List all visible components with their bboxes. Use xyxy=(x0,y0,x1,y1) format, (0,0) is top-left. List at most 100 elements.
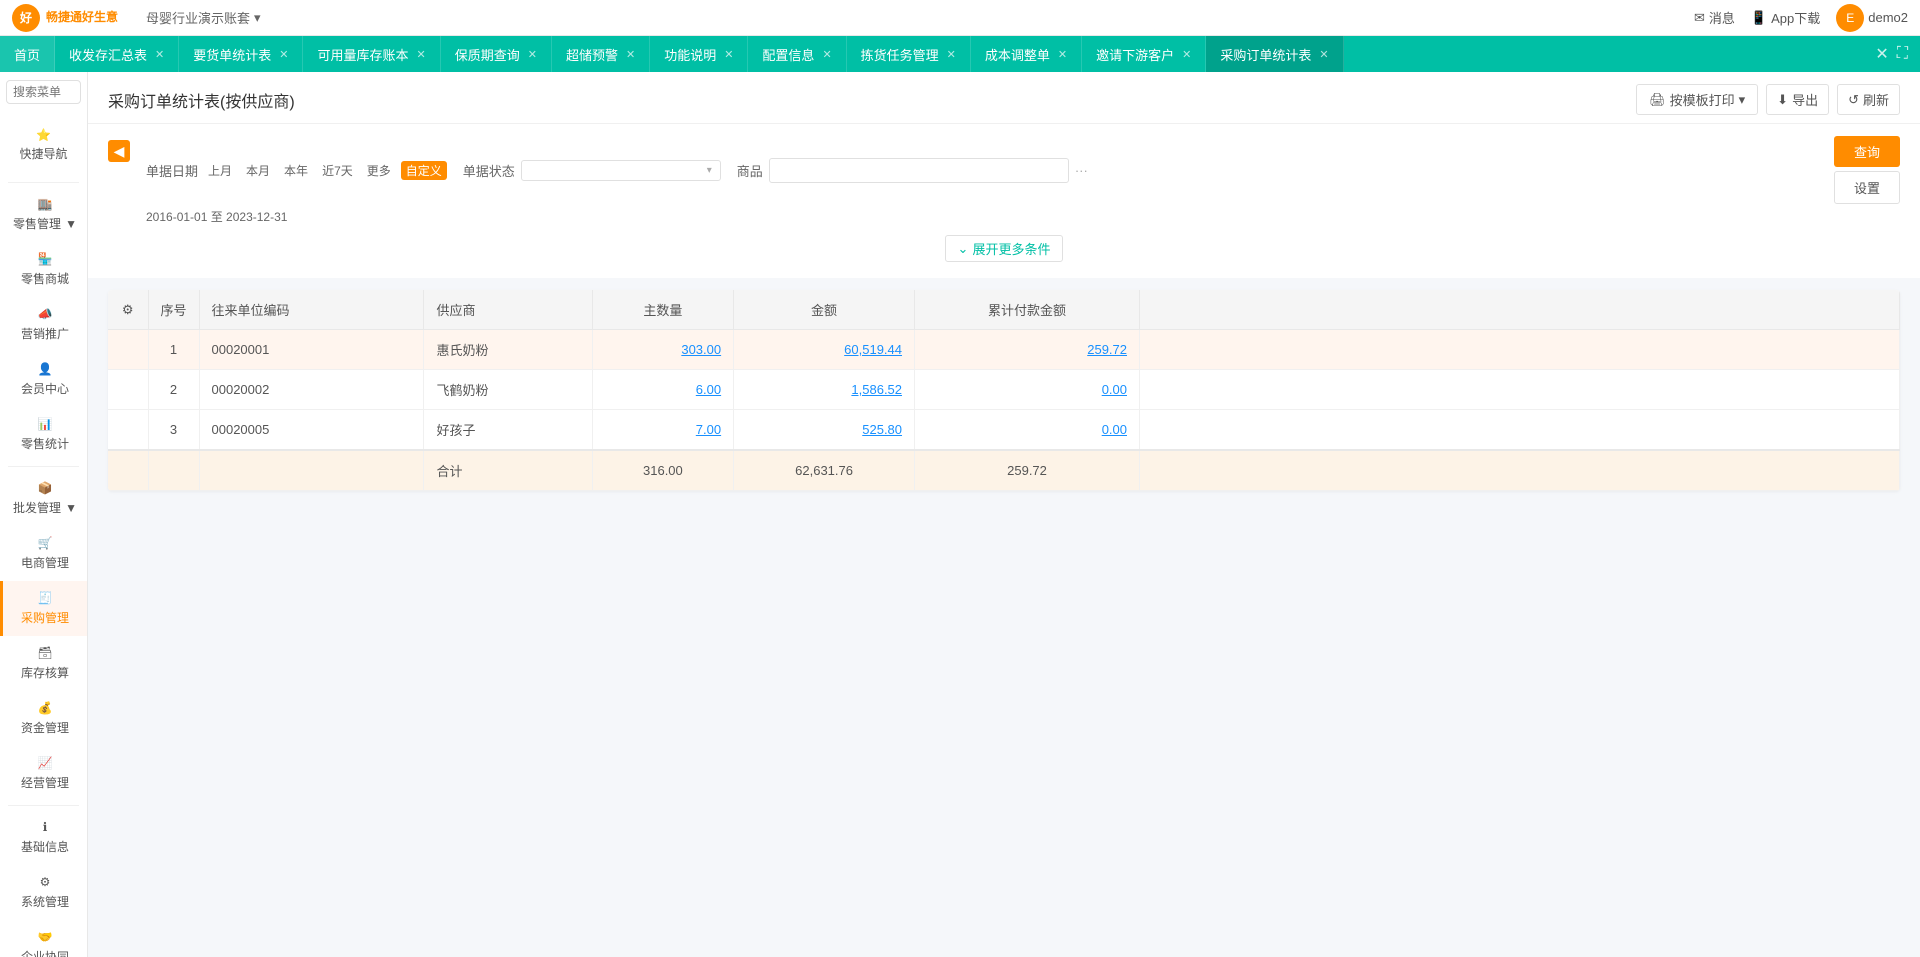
nav-expand-btn[interactable]: ⛶ xyxy=(1897,45,1908,63)
retail-shop-icon: 🏪 xyxy=(38,252,53,266)
nav-tabs: 首页 收发存汇总表 ✕ 要货单统计表 ✕ 可用量库存账本 ✕ 保质期查询 ✕ 超… xyxy=(0,36,1920,72)
close-icon[interactable]: ✕ xyxy=(279,48,288,61)
tab-overstock[interactable]: 超储预警 ✕ xyxy=(552,36,650,72)
sidebar-item-purchase[interactable]: 🧾 采购管理 xyxy=(0,581,87,636)
row-supplier-1: 惠氏奶粉 xyxy=(424,330,592,370)
close-icon[interactable]: ✕ xyxy=(528,48,537,61)
status-filter-label: 单据状态 xyxy=(463,161,515,180)
settings-icon[interactable]: ⚙ xyxy=(122,302,134,317)
tab-invite[interactable]: 邀请下游客户 ✕ xyxy=(1082,36,1206,72)
row-amount-2[interactable]: 1,586.52 xyxy=(734,370,915,410)
query-button[interactable]: 查询 xyxy=(1834,136,1900,167)
filter-row-1: 单据日期 上月 本月 本年 近7天 更多 自定义 单据状态 xyxy=(146,136,1900,204)
nav-close-btn[interactable]: ✕ xyxy=(1875,44,1888,64)
footer-settings xyxy=(108,450,148,491)
export-button[interactable]: ⬇ 导出 xyxy=(1766,84,1829,115)
finance-icon: 💰 xyxy=(38,701,53,715)
col-seq: 序号 xyxy=(148,290,199,330)
row-paid-3[interactable]: 0.00 xyxy=(915,410,1140,451)
close-icon[interactable]: ✕ xyxy=(724,48,733,61)
sidebar-item-marketing[interactable]: 📣 营销推广 xyxy=(0,297,87,352)
page-title: 采购订单统计表(按供应商) xyxy=(108,88,295,112)
tab-requisition[interactable]: 要货单统计表 ✕ xyxy=(179,36,303,72)
operations-icon: 📈 xyxy=(38,756,53,770)
sidebar-item-operations[interactable]: 📈 经营管理 xyxy=(0,746,87,801)
sidebar-item-retail-shop[interactable]: 🏪 零售商城 xyxy=(0,242,87,297)
basic-info-icon: ℹ xyxy=(43,820,48,834)
print-button[interactable]: 🖨 按模板打印 ▾ xyxy=(1636,84,1758,115)
tab-feature[interactable]: 功能说明 ✕ xyxy=(650,36,748,72)
close-icon[interactable]: ✕ xyxy=(822,48,831,61)
tab-stock-book[interactable]: 可用量库存账本 ✕ xyxy=(303,36,440,72)
message-action[interactable]: ✉ 消息 xyxy=(1694,8,1735,27)
tab-home[interactable]: 首页 xyxy=(0,36,55,72)
app-download-label: App下载 xyxy=(1771,8,1820,27)
tab-config[interactable]: 配置信息 ✕ xyxy=(748,36,846,72)
sidebar-item-system[interactable]: ⚙ 系统管理 xyxy=(0,865,87,920)
close-icon[interactable]: ✕ xyxy=(155,48,164,61)
sidebar-item-retail-stat[interactable]: 📊 零售统计 xyxy=(0,407,87,462)
tab-purchase-stat[interactable]: 采购订单统计表 ✕ xyxy=(1206,36,1343,72)
sidebar-item-quick-nav[interactable]: ⭐ 快捷导航 xyxy=(0,120,87,170)
row-paid-1[interactable]: 259.72 xyxy=(915,330,1140,370)
shortcut-7-days[interactable]: 近7天 xyxy=(318,161,357,180)
close-icon[interactable]: ✕ xyxy=(947,48,956,61)
retail-shop-label: 零售商城 xyxy=(21,270,69,287)
org-selector[interactable]: 母婴行业演示账套 ▾ xyxy=(146,8,261,27)
close-icon[interactable]: ✕ xyxy=(1058,48,1067,61)
row-paid-2[interactable]: 0.00 xyxy=(915,370,1140,410)
message-icon: ✉ xyxy=(1694,10,1705,26)
expand-more-button[interactable]: ⌄ 展开更多条件 xyxy=(945,235,1064,262)
sidebar-item-inventory[interactable]: 🗃 库存核算 xyxy=(0,636,87,691)
row-amount-1[interactable]: 60,519.44 xyxy=(734,330,915,370)
sidebar-item-wholesale[interactable]: 📦 批发管理 ▼ xyxy=(0,471,87,526)
close-icon[interactable]: ✕ xyxy=(1319,48,1328,61)
close-icon[interactable]: ✕ xyxy=(417,48,426,61)
row-amount-3[interactable]: 525.80 xyxy=(734,410,915,451)
content-area: 采购订单统计表(按供应商) 🖨 按模板打印 ▾ ⬇ 导出 ↺ 刷新 xyxy=(88,72,1920,957)
sidebar-divider-3 xyxy=(8,805,79,806)
chevron-down-icon-2: ▼ xyxy=(65,501,77,515)
shortcut-more[interactable]: 更多 xyxy=(363,161,395,180)
col-settings: ⚙ xyxy=(108,290,148,330)
app-download-action[interactable]: 📱 App下载 xyxy=(1751,8,1820,27)
footer-extra xyxy=(1140,450,1900,491)
tab-collect[interactable]: 收发存汇总表 ✕ xyxy=(55,36,179,72)
sidebar-item-finance[interactable]: 💰 资金管理 xyxy=(0,691,87,746)
tab-cost-adj[interactable]: 成本调整单 ✕ xyxy=(971,36,1082,72)
product-input[interactable] xyxy=(769,158,1069,183)
row-qty-1[interactable]: 303.00 xyxy=(592,330,733,370)
shortcut-last-month[interactable]: 上月 xyxy=(204,161,236,180)
more-options-icon[interactable]: ··· xyxy=(1075,163,1088,178)
sidebar-item-enterprise[interactable]: 🤝 企业协同 xyxy=(0,920,87,957)
row-seq-2: 2 xyxy=(148,370,199,410)
settings-button[interactable]: 设置 xyxy=(1834,171,1900,204)
close-icon[interactable]: ✕ xyxy=(1182,48,1191,61)
tab-picking[interactable]: 拣货任务管理 ✕ xyxy=(847,36,971,72)
date-custom-tag[interactable]: 自定义 xyxy=(401,161,447,180)
filter-collapse-btn[interactable]: ◀ xyxy=(108,140,130,162)
finance-label: 资金管理 xyxy=(21,719,69,736)
purchase-icon: 🧾 xyxy=(38,591,53,605)
inventory-label: 库存核算 xyxy=(21,664,69,681)
sidebar-item-member[interactable]: 👤 会员中心 xyxy=(0,352,87,407)
footer-seq xyxy=(148,450,199,491)
user-area[interactable]: E demo2 xyxy=(1836,4,1908,32)
row-supplier-3: 好孩子 xyxy=(424,410,592,451)
row-qty-2[interactable]: 6.00 xyxy=(592,370,733,410)
close-icon[interactable]: ✕ xyxy=(626,48,635,61)
sidebar-item-ecommerce[interactable]: 🛒 电商管理 xyxy=(0,526,87,581)
search-input[interactable] xyxy=(6,80,81,104)
sidebar-item-basic-info[interactable]: ℹ 基础信息 xyxy=(0,810,87,865)
wholesale-label: 批发管理 xyxy=(13,499,61,516)
row-qty-3[interactable]: 7.00 xyxy=(592,410,733,451)
sidebar-item-retail-mgmt[interactable]: 🏬 零售管理 ▼ xyxy=(0,187,87,242)
tab-expiry[interactable]: 保质期查询 ✕ xyxy=(441,36,552,72)
shortcut-this-month[interactable]: 本月 xyxy=(242,161,274,180)
shortcut-this-year[interactable]: 本年 xyxy=(280,161,312,180)
date-filter-label: 单据日期 xyxy=(146,161,198,180)
tab-collect-label: 收发存汇总表 xyxy=(69,45,147,64)
refresh-button[interactable]: ↺ 刷新 xyxy=(1837,84,1900,115)
status-select[interactable]: ▾ xyxy=(521,160,721,181)
tab-config-label: 配置信息 xyxy=(762,45,814,64)
